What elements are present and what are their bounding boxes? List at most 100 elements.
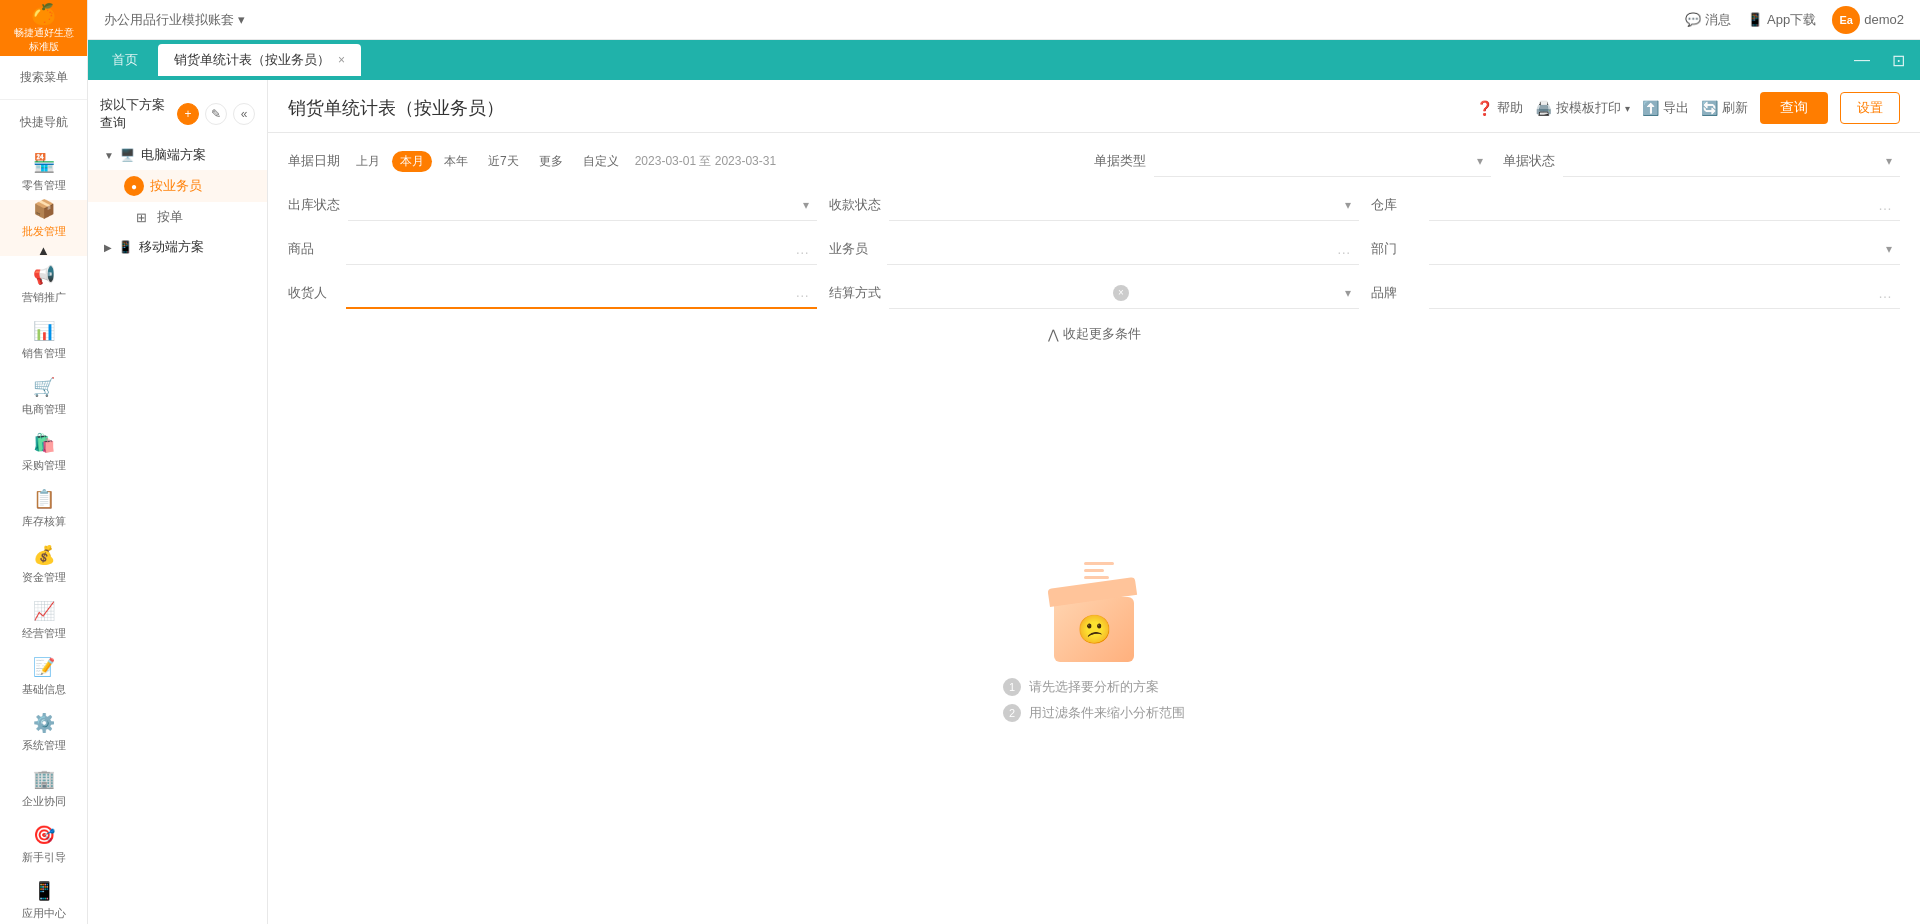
sidebar-item-basic[interactable]: 📝 基础信息 <box>0 648 88 704</box>
sidebar-item-inventory[interactable]: 📋 库存核算 <box>0 480 88 536</box>
tabbar: 首页 销货单统计表（按业务员） × — ⊡ <box>88 40 1920 80</box>
tab-sales-stats[interactable]: 销货单统计表（按业务员） × <box>158 44 361 76</box>
sidebar-item-retail[interactable]: 🏪 零售管理 <box>0 144 88 200</box>
salesman-field: 业务员 … <box>829 233 1358 265</box>
page-title: 销货单统计表（按业务员） <box>288 96 504 120</box>
sidebar-item-wholesale[interactable]: 📦 批发管理 ▲ <box>0 200 88 256</box>
tree-subitem-order[interactable]: ⊞ 按单 <box>88 202 267 232</box>
tab-home-label: 首页 <box>112 51 138 69</box>
date-pill-more[interactable]: 更多 <box>531 151 571 172</box>
add-scheme-btn[interactable]: + <box>177 103 199 125</box>
operations-label: 经营管理 <box>22 626 66 641</box>
appstore-label: 应用中心 <box>22 906 66 921</box>
appstore-icon: 📱 <box>33 880 55 902</box>
order-scheme-icon: ⊞ <box>136 210 147 225</box>
print-dropdown-icon: ▾ <box>1625 103 1630 114</box>
hint-1-num: 1 <box>1003 678 1021 696</box>
collapse-panel-btn[interactable]: « <box>233 103 255 125</box>
query-button[interactable]: 查询 <box>1760 92 1828 124</box>
marketing-label: 营销推广 <box>22 290 66 305</box>
sidebar-item-finance[interactable]: 💰 资金管理 <box>0 536 88 592</box>
tab-maximize-btn[interactable]: ⊡ <box>1884 46 1912 74</box>
ecom-icon: 🛒 <box>33 376 55 398</box>
product-dropdown-icon: ▾ <box>238 12 245 27</box>
help-btn[interactable]: ❓ 帮助 <box>1476 99 1523 117</box>
date-pill-thisyear[interactable]: 本年 <box>436 151 476 172</box>
search-menu-item[interactable]: 搜索菜单 <box>0 56 88 100</box>
salesman-label: 业务员 <box>829 240 879 258</box>
tree-salesman-label: 按业务员 <box>150 177 202 195</box>
username-label: demo2 <box>1864 12 1904 27</box>
payment-clear-btn[interactable]: × <box>1113 285 1129 301</box>
page-title-row: 销货单统计表（按业务员） ❓ 帮助 🖨️ 按模板打印 ▾ ⬆️ <box>288 92 1900 124</box>
date-pill-lastmonth[interactable]: 上月 <box>348 151 388 172</box>
sidebar-item-ecom[interactable]: 🛒 电商管理 <box>0 368 88 424</box>
doc-type-select[interactable]: ▾ <box>1154 145 1491 177</box>
sales-label: 销售管理 <box>22 346 66 361</box>
sidebar-item-appstore[interactable]: 📱 应用中心 <box>0 872 88 924</box>
goods-input[interactable]: … <box>346 233 817 265</box>
sidebar-item-system[interactable]: ⚙️ 系统管理 <box>0 704 88 760</box>
refresh-icon: 🔄 <box>1701 100 1718 116</box>
tab-home[interactable]: 首页 <box>96 44 154 76</box>
filter-row-2: 出库状态 ▾ 收款状态 ▾ 仓库 <box>288 189 1900 221</box>
refresh-btn[interactable]: 🔄 刷新 <box>1701 99 1748 117</box>
date-field: 单据日期 上月 本月 本年 近7天 更多 自定义 2023-03-01 至 20… <box>288 151 1082 172</box>
system-icon: ⚙️ <box>33 712 55 734</box>
tree-order-label: 按单 <box>157 208 183 226</box>
content-area: 按以下方案查询 + ✎ « ▼ 🖥️ 电脑端方案 ● 按业务员 ⊞ 按单 <box>88 80 1920 924</box>
receiver-label: 收货人 <box>288 284 338 302</box>
topbar-right: 💬 消息 📱 App下载 Ea demo2 <box>1685 6 1904 34</box>
sidebar-item-marketing[interactable]: 📢 营销推广 <box>0 256 88 312</box>
date-pill-thismonth[interactable]: 本月 <box>392 151 432 172</box>
receiver-input[interactable]: … <box>346 277 817 309</box>
quick-nav-item[interactable]: 快捷导航 <box>0 100 88 144</box>
brand-input[interactable]: … <box>1429 277 1900 309</box>
settings-button[interactable]: 设置 <box>1840 92 1900 124</box>
tree-item-desktop[interactable]: ▼ 🖥️ 电脑端方案 <box>88 140 267 170</box>
collapse-bar[interactable]: ⋀ 收起更多条件 <box>288 321 1900 347</box>
date-pill-custom[interactable]: 自定义 <box>575 151 627 172</box>
salesman-input[interactable]: … <box>887 233 1358 265</box>
empty-state: 😕 1 请先选择要分析的方案 <box>268 359 1920 924</box>
payment-chevron: ▾ <box>1345 286 1351 300</box>
filter-row-4: 收货人 … 结算方式 × ▾ <box>288 277 1900 309</box>
warehouse-input[interactable]: … <box>1429 189 1900 221</box>
product-selector[interactable]: 办公用品行业模拟账套 ▾ <box>104 11 245 29</box>
search-menu-label: 搜索菜单 <box>20 69 68 86</box>
tree-item-mobile[interactable]: ▶ 📱 移动端方案 <box>88 232 267 262</box>
out-status-select[interactable]: ▾ <box>348 189 817 221</box>
doc-type-label: 单据类型 <box>1094 152 1146 170</box>
tree-desktop-label: 电脑端方案 <box>141 146 206 164</box>
edit-scheme-btn[interactable]: ✎ <box>205 103 227 125</box>
export-btn[interactable]: ⬆️ 导出 <box>1642 99 1689 117</box>
template-print-btn[interactable]: 🖨️ 按模板打印 ▾ <box>1535 99 1630 117</box>
sidebar-item-enterprise[interactable]: 🏢 企业协同 <box>0 760 88 816</box>
salesman-dots: … <box>1337 241 1351 257</box>
sidebar-item-newguide[interactable]: 🎯 新手引导 <box>0 816 88 872</box>
tab-close-btn[interactable]: × <box>338 53 345 67</box>
payment-select[interactable]: × ▾ <box>889 277 1358 309</box>
dept-select[interactable]: ▾ <box>1429 233 1900 265</box>
tab-minimize-btn[interactable]: — <box>1848 46 1876 74</box>
sidebar-item-purchase[interactable]: 🛍️ 采购管理 <box>0 424 88 480</box>
doc-status-chevron: ▾ <box>1886 154 1892 168</box>
help-icon: ❓ <box>1476 100 1493 116</box>
sidebar-item-sales[interactable]: 📊 销售管理 <box>0 312 88 368</box>
sidebar-item-operations[interactable]: 📈 经营管理 <box>0 592 88 648</box>
messages-btn[interactable]: 💬 消息 <box>1685 11 1731 29</box>
dept-chevron: ▾ <box>1886 242 1892 256</box>
warehouse-dots: … <box>1878 197 1892 213</box>
empty-hint-2: 2 用过滤条件来缩小分析范围 <box>1003 704 1185 722</box>
user-profile-btn[interactable]: Ea demo2 <box>1832 6 1904 34</box>
tree-subitem-salesman[interactable]: ● 按业务员 <box>88 170 267 202</box>
doc-status-select[interactable]: ▾ <box>1563 145 1900 177</box>
collect-status-select[interactable]: ▾ <box>889 189 1358 221</box>
app-download-btn[interactable]: 📱 App下载 <box>1747 11 1816 29</box>
date-pill-7days[interactable]: 近7天 <box>480 151 527 172</box>
dept-field: 部门 ▾ <box>1371 233 1900 265</box>
left-panel: 按以下方案查询 + ✎ « ▼ 🖥️ 电脑端方案 ● 按业务员 ⊞ 按单 <box>88 80 268 924</box>
collect-status-label: 收款状态 <box>829 196 881 214</box>
collect-status-field: 收款状态 ▾ <box>829 189 1358 221</box>
refresh-label: 刷新 <box>1722 99 1748 117</box>
